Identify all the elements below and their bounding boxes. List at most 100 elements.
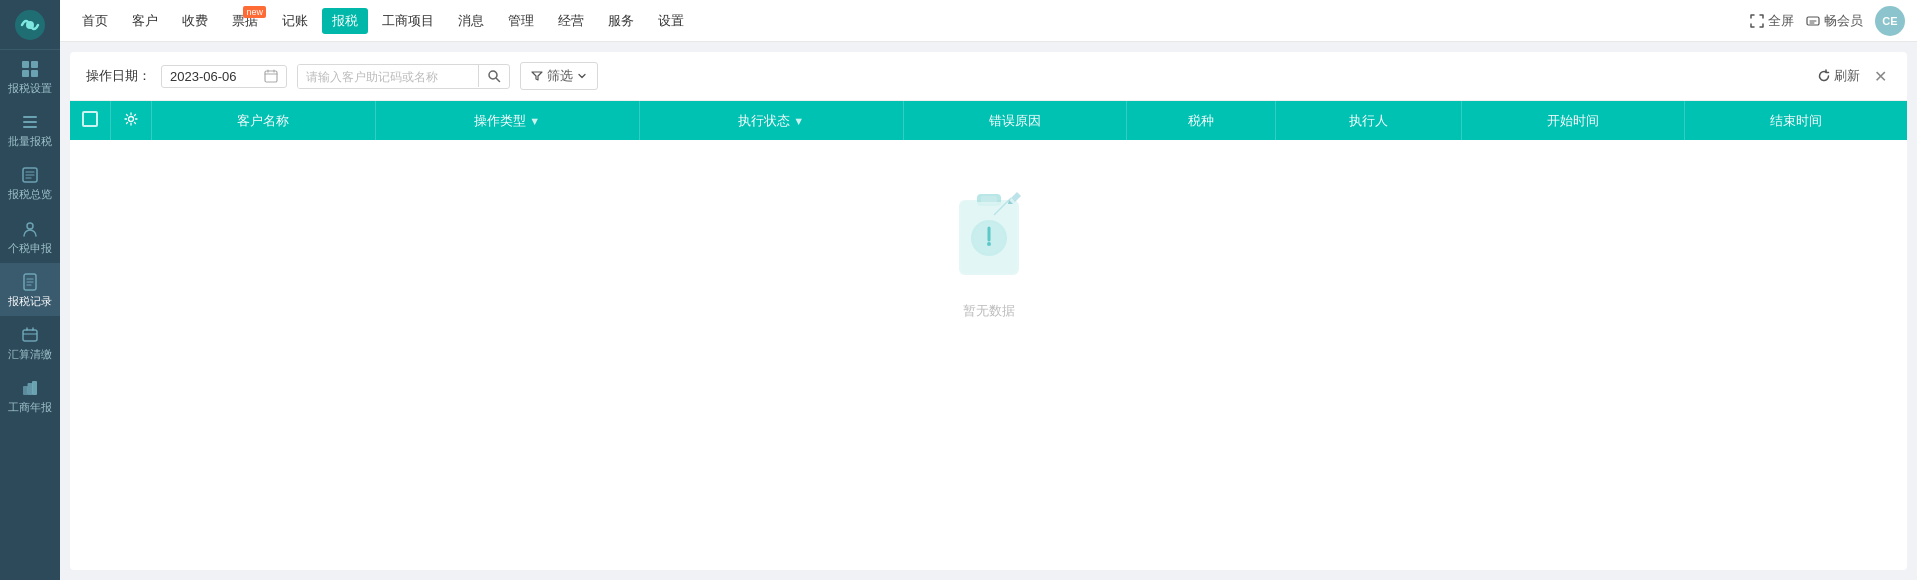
member-icon xyxy=(1806,14,1820,28)
date-picker[interactable] xyxy=(161,65,287,88)
batch-tax-icon xyxy=(19,111,41,133)
sidebar-item-annual-report[interactable]: 工商年报 xyxy=(0,369,60,422)
sidebar-item-personal-tax[interactable]: 个税申报 xyxy=(0,210,60,263)
empty-text: 暂无数据 xyxy=(963,302,1015,320)
col-settings[interactable] xyxy=(111,101,152,140)
nav-item-tax[interactable]: 报税 xyxy=(322,8,368,34)
nav-item-accounts[interactable]: 记账 xyxy=(272,8,318,34)
member-button[interactable]: 畅会员 xyxy=(1806,12,1863,30)
chevron-down-icon xyxy=(577,71,587,81)
search-input[interactable] xyxy=(298,65,478,88)
svg-rect-2 xyxy=(22,61,29,68)
svg-rect-12 xyxy=(23,330,37,341)
nav-item-settings[interactable]: 设置 xyxy=(648,8,694,34)
col-exec-status: 执行状态 ▼ xyxy=(639,101,903,140)
sidebar-item-label: 报税设置 xyxy=(8,82,52,95)
topnav-right: 全屏 畅会员 CE xyxy=(1750,6,1905,36)
top-navigation: 首页 客户 收费 票据 new 记账 报税 工商项目 消息 xyxy=(60,0,1917,42)
col-start-time: 开始时间 xyxy=(1461,101,1685,140)
nav-item-invoices[interactable]: 票据 new xyxy=(222,8,268,34)
search-icon xyxy=(487,69,501,83)
sidebar: 报税设置 批量报税 报税总览 个税申报 xyxy=(0,0,60,580)
date-input[interactable] xyxy=(170,69,260,84)
svg-rect-4 xyxy=(22,70,29,77)
refresh-icon xyxy=(1817,69,1831,83)
col-tax-type: 税种 xyxy=(1127,101,1275,140)
new-badge: new xyxy=(243,6,266,19)
nav-item-industry[interactable]: 工商项目 xyxy=(372,8,444,34)
col-error-reason: 错误原因 xyxy=(903,101,1127,140)
table-header: 客户名称 操作类型 ▼ 执行状态 xyxy=(70,101,1907,140)
svg-rect-13 xyxy=(23,386,28,395)
svg-rect-5 xyxy=(31,70,38,77)
fullscreen-icon xyxy=(1750,14,1764,28)
svg-rect-17 xyxy=(265,71,277,82)
records-table: 客户名称 操作类型 ▼ 执行状态 xyxy=(70,101,1907,360)
sidebar-item-label: 报税总览 xyxy=(8,188,52,201)
col-client-name: 客户名称 xyxy=(152,101,376,140)
settings-icon xyxy=(123,111,139,127)
svg-rect-7 xyxy=(23,121,37,123)
close-button[interactable]: ✕ xyxy=(1870,67,1891,86)
empty-state: 暂无数据 xyxy=(70,140,1907,360)
nav-item-clients[interactable]: 客户 xyxy=(122,8,168,34)
refresh-label: 刷新 xyxy=(1834,67,1860,85)
page-card: 操作日期： xyxy=(70,52,1907,570)
sidebar-item-tax-records[interactable]: 报税记录 xyxy=(0,263,60,316)
nav-item-billing[interactable]: 收费 xyxy=(172,8,218,34)
svg-point-19 xyxy=(129,117,134,122)
svg-point-10 xyxy=(27,223,33,229)
op-type-filter-icon: ▼ xyxy=(529,115,540,127)
sidebar-item-label: 汇算清缴 xyxy=(8,348,52,361)
svg-point-26 xyxy=(987,242,991,246)
nav-item-messages[interactable]: 消息 xyxy=(448,8,494,34)
search-bar xyxy=(297,64,510,89)
col-checkbox xyxy=(70,101,111,140)
svg-rect-14 xyxy=(28,383,33,395)
sidebar-item-tax-settings[interactable]: 报税设置 xyxy=(0,50,60,103)
annual-report-icon xyxy=(19,377,41,399)
empty-illustration xyxy=(939,180,1039,290)
sidebar-item-label: 报税记录 xyxy=(8,295,52,308)
user-avatar[interactable]: CE xyxy=(1875,6,1905,36)
filter-icon xyxy=(531,70,543,82)
col-executor: 执行人 xyxy=(1275,101,1461,140)
nav-item-management[interactable]: 管理 xyxy=(498,8,544,34)
svg-point-1 xyxy=(26,21,34,29)
exec-status-filter[interactable]: 执行状态 ▼ xyxy=(738,112,804,130)
app-logo xyxy=(0,0,60,50)
svg-point-18 xyxy=(489,71,497,79)
select-all-checkbox[interactable] xyxy=(82,111,98,127)
sidebar-item-batch-tax[interactable]: 批量报税 xyxy=(0,103,60,156)
exec-status-filter-icon: ▼ xyxy=(793,115,804,127)
tax-records-icon xyxy=(19,271,41,293)
sidebar-item-settlement[interactable]: 汇算清缴 xyxy=(0,316,60,369)
refresh-button[interactable]: 刷新 xyxy=(1817,67,1860,85)
nav-item-finance[interactable]: 经营 xyxy=(548,8,594,34)
nav-item-home[interactable]: 首页 xyxy=(72,8,118,34)
filter-button[interactable]: 筛选 xyxy=(520,62,598,90)
svg-rect-8 xyxy=(23,126,37,128)
calendar-icon xyxy=(264,69,278,83)
fullscreen-button[interactable]: 全屏 xyxy=(1750,12,1794,30)
content-area: 操作日期： xyxy=(60,42,1917,580)
table-body: 暂无数据 xyxy=(70,140,1907,360)
settlement-icon xyxy=(19,324,41,346)
filter-label: 筛选 xyxy=(547,67,573,85)
svg-rect-6 xyxy=(23,116,37,118)
table-container: 客户名称 操作类型 ▼ 执行状态 xyxy=(70,101,1907,570)
nav-item-services[interactable]: 服务 xyxy=(598,8,644,34)
toolbar: 操作日期： xyxy=(70,52,1907,101)
op-type-filter[interactable]: 操作类型 ▼ xyxy=(474,112,540,130)
svg-rect-15 xyxy=(32,381,37,395)
sidebar-item-label: 批量报税 xyxy=(8,135,52,148)
col-end-time: 结束时间 xyxy=(1685,101,1907,140)
search-button[interactable] xyxy=(478,65,509,87)
sidebar-item-tax-summary[interactable]: 报税总览 xyxy=(0,156,60,209)
col-op-type: 操作类型 ▼ xyxy=(375,101,639,140)
date-label: 操作日期： xyxy=(86,67,151,85)
main-area: 首页 客户 收费 票据 new 记账 报税 工商项目 消息 xyxy=(60,0,1917,580)
tax-settings-icon xyxy=(19,58,41,80)
personal-tax-icon xyxy=(19,218,41,240)
nav-items: 首页 客户 收费 票据 new 记账 报税 工商项目 消息 xyxy=(72,8,1750,34)
